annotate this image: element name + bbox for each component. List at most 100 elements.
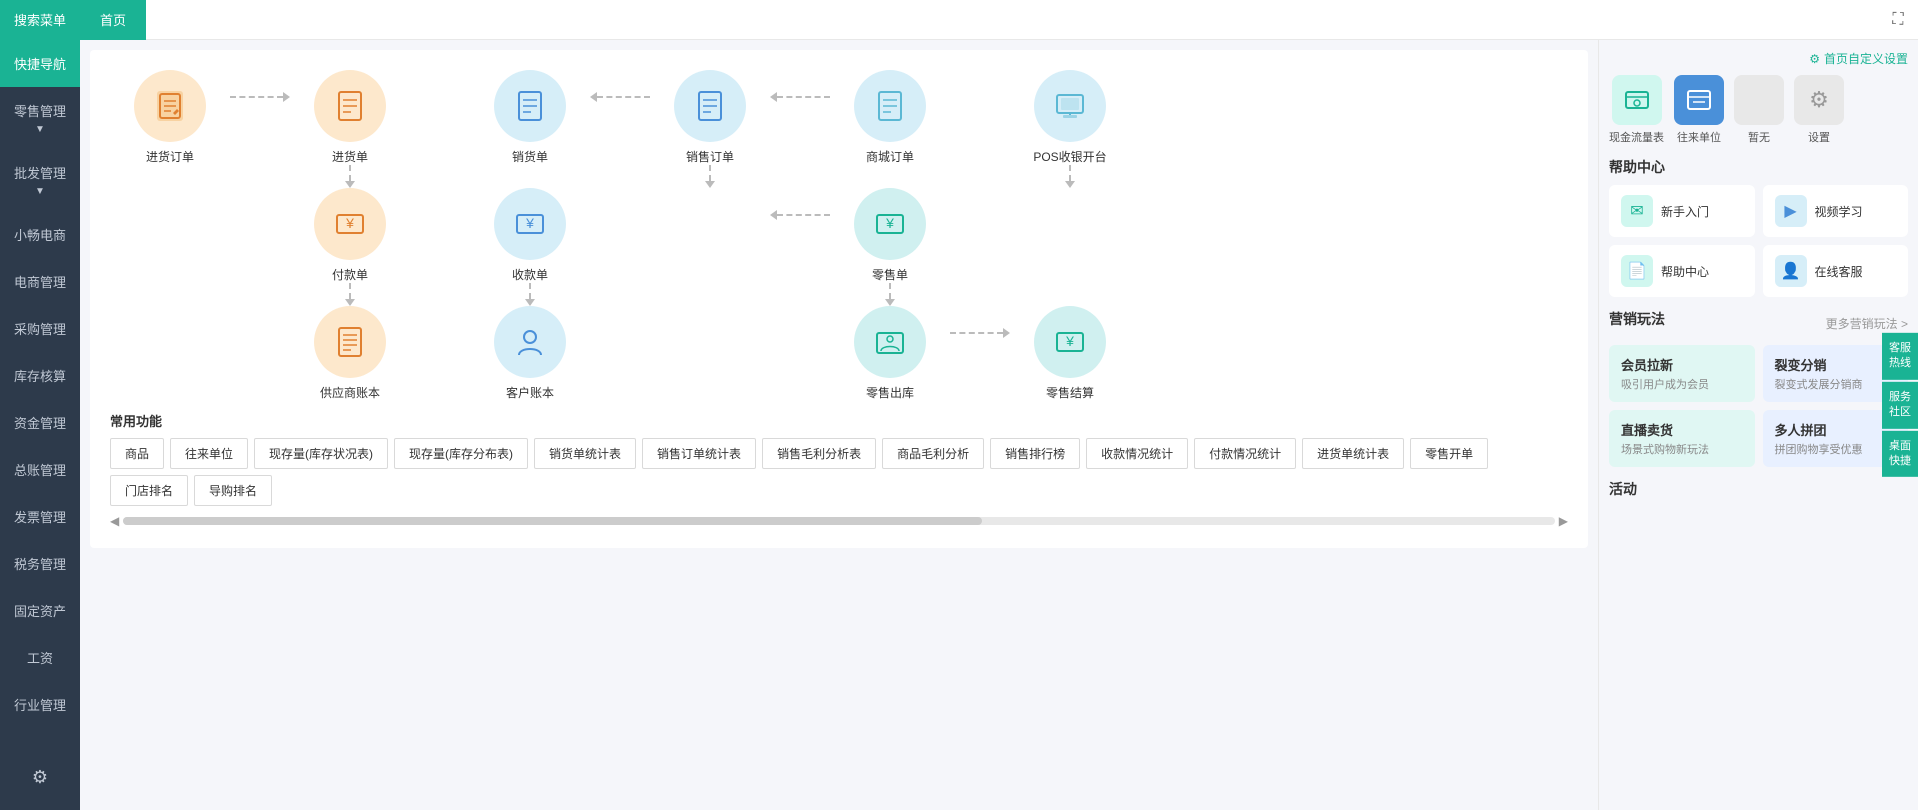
settings-label: 设置 [1808, 129, 1830, 145]
scroll-right-arrow[interactable]: ▶ [1559, 514, 1568, 528]
search-menu-button[interactable]: 搜索菜单 [0, 0, 80, 40]
pos-cashier-label: POS收银开台 [1033, 148, 1106, 165]
flow-node-customer-account[interactable]: 客户账本 [470, 306, 590, 401]
func-btn-8[interactable]: 销售排行榜 [990, 438, 1080, 469]
sidebar-item-tax-mgmt[interactable]: 税务管理 [0, 540, 80, 587]
sidebar-settings-icon[interactable]: ⚙ [0, 755, 80, 800]
help-item-help[interactable]: 📄 帮助中心 [1609, 245, 1755, 297]
flow-node-receipt[interactable]: ¥ 收款单 [470, 188, 590, 283]
flow-node-retail-outbound[interactable]: 零售出库 [830, 306, 950, 401]
help-items-grid: ✉ 新手入门 ▶ 视频学习 📄 帮助中心 👤 在线客服 [1609, 185, 1908, 297]
help-label: 帮助中心 [1661, 263, 1709, 280]
down-arrow-sales-order [650, 165, 770, 188]
sidebar-item-retail-mgmt[interactable]: 零售管理 ▼ [0, 87, 80, 149]
marketing-section: 营销玩法 更多营销玩法 > 会员拉新 吸引用户成为会员 裂变分销 裂变式发展分销… [1609, 309, 1908, 467]
float-btn-community[interactable]: 服务 社区 [1882, 382, 1918, 429]
func-btn-1[interactable]: 往来单位 [170, 438, 248, 469]
member-title: 会员拉新 [1621, 355, 1743, 374]
quick-icon-partner[interactable]: 往来单位 [1674, 75, 1724, 145]
flow-node-purchase-order[interactable]: 进货订单 [110, 70, 230, 165]
sidebar-item-purchase-mgmt[interactable]: 采购管理 [0, 305, 80, 352]
sales-bill-circle [494, 70, 566, 142]
chevron-icon: ▼ [35, 124, 45, 135]
flow-node-pos-cashier[interactable]: POS收银开台 [1010, 70, 1130, 165]
fullscreen-icon[interactable]: ⛶ [1888, 10, 1908, 30]
sidebar-item-ecom-mgmt[interactable]: 电商管理 [0, 258, 80, 305]
scroll-left-arrow[interactable]: ◀ [110, 514, 119, 528]
down-arrow-purchase-order [110, 165, 230, 188]
svg-text:¥: ¥ [525, 215, 534, 231]
sidebar-item-invoice-mgmt[interactable]: 发票管理 [0, 493, 80, 540]
marketing-item-live[interactable]: 直播卖货 场景式购物新玩法 [1609, 410, 1755, 467]
help-item-beginner[interactable]: ✉ 新手入门 [1609, 185, 1755, 237]
flow-node-sales-bill[interactable]: 销货单 [470, 70, 590, 165]
flow-node-retail[interactable]: ¥ 零售单 [830, 188, 950, 283]
help-center-title: 帮助中心 [1609, 157, 1908, 177]
retail-settle-label: 零售结算 [1046, 384, 1094, 401]
settings-gear-icon: ⚙ [1809, 87, 1829, 113]
help-item-online-service[interactable]: 👤 在线客服 [1763, 245, 1909, 297]
func-btn-3[interactable]: 现存量(库存分布表) [394, 438, 528, 469]
gear-icon: ⚙ [1809, 52, 1820, 66]
flow-node-mall-order[interactable]: 商城订单 [830, 70, 950, 165]
marketing-header: 营销玩法 更多营销玩法 > [1609, 309, 1908, 337]
func-btn-0[interactable]: 商品 [110, 438, 164, 469]
func-btn-13[interactable]: 门店排名 [110, 475, 188, 506]
down-arrow-purchase-bill [290, 165, 410, 188]
sidebar-item-wholesale-mgmt[interactable]: 批发管理 ▼ [0, 149, 80, 211]
flow-node-payment[interactable]: ¥ 付款单 [290, 188, 410, 283]
flow-node-purchase-bill[interactable]: 进货单 [290, 70, 410, 165]
func-btn-9[interactable]: 收款情况统计 [1086, 438, 1188, 469]
help-item-video[interactable]: ▶ 视频学习 [1763, 185, 1909, 237]
none-icon-box [1734, 75, 1784, 125]
func-btn-10[interactable]: 付款情况统计 [1194, 438, 1296, 469]
func-btn-2[interactable]: 现存量(库存状况表) [254, 438, 388, 469]
flow-card: 进货订单 [90, 50, 1588, 548]
marketing-title: 营销玩法 [1609, 309, 1665, 329]
sidebar-item-label: 工资 [27, 648, 53, 667]
sidebar-item-label: 零售管理 [14, 101, 66, 120]
quick-icon-cash-flow[interactable]: 现金流量表 [1609, 75, 1664, 145]
home-customize-link[interactable]: ⚙ 首页自定义设置 [1609, 50, 1908, 67]
sidebar-item-general-ledger[interactable]: 总账管理 [0, 446, 80, 493]
sidebar-item-salary[interactable]: 工资 [0, 634, 80, 681]
payment-circle: ¥ [314, 188, 386, 260]
sidebar-item-xiaochang[interactable]: 小畅电商 [0, 211, 80, 258]
quick-icon-settings[interactable]: ⚙ 设置 [1794, 75, 1844, 145]
flow-node-retail-settle[interactable]: ¥ 零售结算 [1010, 306, 1130, 401]
sales-order-label: 销售订单 [686, 148, 734, 165]
group-desc: 拼团购物享受优惠 [1775, 441, 1897, 457]
sidebar-item-inventory[interactable]: 库存核算 [0, 352, 80, 399]
sidebar-item-other[interactable]: 行业管理 [0, 681, 80, 728]
sidebar-item-label: 批发管理 [14, 163, 66, 182]
mall-order-circle [854, 70, 926, 142]
sidebar-item-label: 发票管理 [14, 507, 66, 526]
marketing-more-link[interactable]: 更多营销玩法 > [1826, 315, 1908, 332]
home-tab[interactable]: 首页 [80, 0, 146, 40]
sales-order-circle [674, 70, 746, 142]
func-btn-4[interactable]: 销货单统计表 [534, 438, 636, 469]
down-arrow-sales-bill [470, 165, 590, 188]
pos-cashier-circle [1034, 70, 1106, 142]
scroll-track[interactable] [123, 517, 1555, 525]
func-btn-6[interactable]: 销售毛利分析表 [762, 438, 876, 469]
func-btn-5[interactable]: 销售订单统计表 [642, 438, 756, 469]
marketing-item-member[interactable]: 会员拉新 吸引用户成为会员 [1609, 345, 1755, 402]
sidebar-bottom: ⚙ [0, 745, 80, 810]
flow-node-sales-order[interactable]: 销售订单 [650, 70, 770, 165]
sidebar-item-quick-nav[interactable]: 快捷导航 [0, 40, 80, 87]
arrow-retail-from-pos [770, 188, 830, 220]
content-area: 进货订单 [80, 40, 1918, 810]
quick-icon-none[interactable]: 暂无 [1734, 75, 1784, 145]
func-btn-12[interactable]: 零售开单 [1410, 438, 1488, 469]
sidebar-item-finance[interactable]: 资金管理 [0, 399, 80, 446]
sidebar-item-label: 行业管理 [14, 695, 66, 714]
func-btn-7[interactable]: 商品毛利分析 [882, 438, 984, 469]
func-btn-11[interactable]: 进货单统计表 [1302, 438, 1404, 469]
float-btn-customer-service[interactable]: 客服 热线 [1882, 333, 1918, 380]
func-btn-14[interactable]: 导购排名 [194, 475, 272, 506]
flow-node-supplier-account[interactable]: 供应商账本 [290, 306, 410, 401]
float-btn-desktop-shortcut[interactable]: 桌面 快捷 [1882, 430, 1918, 477]
partner-icon-box [1674, 75, 1724, 125]
sidebar-item-fixed-assets[interactable]: 固定资产 [0, 587, 80, 634]
